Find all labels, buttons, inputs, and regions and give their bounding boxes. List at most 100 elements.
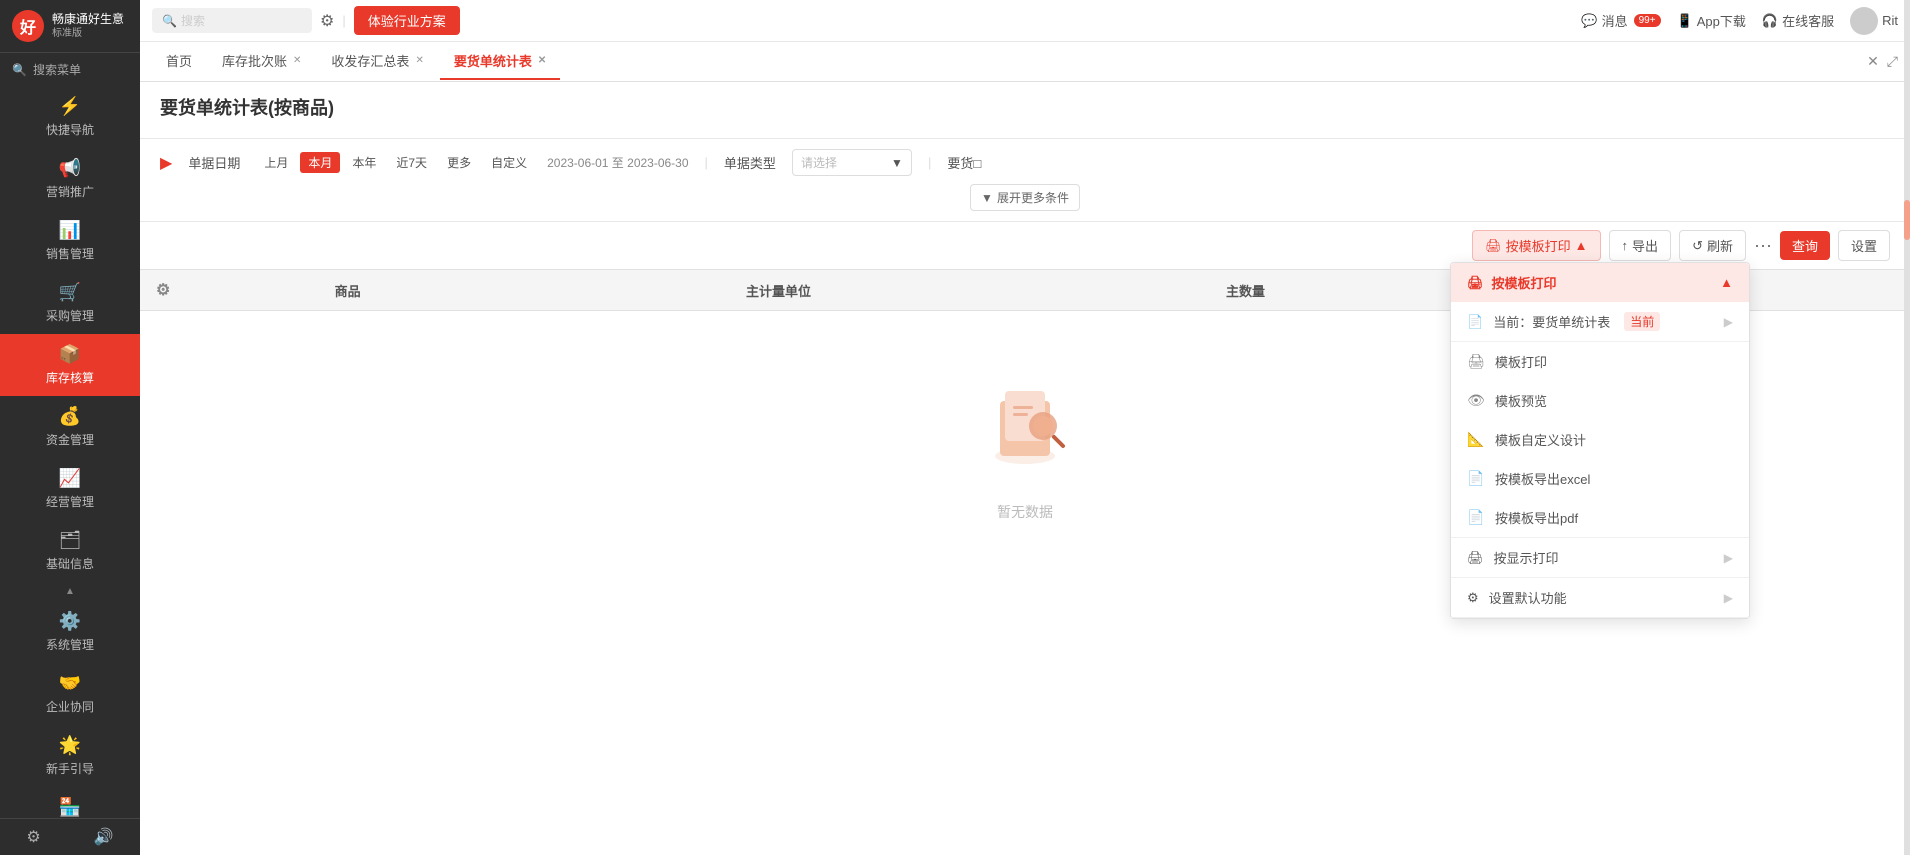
- app-name: 畅康通好生意 标准版: [52, 12, 124, 41]
- tab-batch-account[interactable]: 库存批次账 ✕: [208, 43, 315, 80]
- doc-type-chevron: ▼: [891, 156, 903, 170]
- filter-expand-arrow[interactable]: ▶: [160, 153, 172, 173]
- service-icon: 🎧: [1762, 13, 1778, 29]
- col-unit: 主计量单位: [509, 270, 1048, 311]
- display-print-row[interactable]: 🖨 按显示打印 ▶: [1451, 538, 1749, 577]
- app-download-btn[interactable]: 📱 App下载: [1677, 11, 1746, 30]
- sidebar-audio-icon[interactable]: 🔊: [94, 827, 114, 847]
- print-icon: 🖨: [1485, 238, 1502, 254]
- default-fn-row[interactable]: ⚙ 设置默认功能 ▶: [1451, 578, 1749, 617]
- export-pdf-icon: 📄: [1467, 509, 1485, 526]
- dropdown-item-template-preview[interactable]: 👁 模板预览: [1451, 381, 1749, 420]
- topbar-search[interactable]: 🔍 搜索: [152, 8, 312, 33]
- date-opt-custom[interactable]: 自定义: [483, 152, 535, 173]
- search-icon: 🔍: [12, 63, 27, 77]
- purchase-icon: 🛒: [59, 282, 81, 303]
- trial-btn[interactable]: 体验行业方案: [354, 6, 460, 35]
- filter-bar: ▶ 单据日期 上月 本月 本年 近7天 更多 自定义 2023-06-01 至 …: [140, 139, 1910, 222]
- online-service-btn[interactable]: 🎧 在线客服: [1762, 11, 1834, 30]
- print-template-btn[interactable]: 🖨 按模板打印 ▲: [1472, 230, 1600, 261]
- table-gear-icon[interactable]: ⚙: [156, 282, 170, 299]
- sidebar-bottom: ⚙ 🔊: [0, 818, 140, 855]
- expand-icon: ▼: [981, 191, 993, 205]
- right-scrollbar-thumb[interactable]: [1904, 200, 1910, 240]
- notification-btn[interactable]: 💬 消息 99+: [1581, 11, 1660, 30]
- col-settings: ⚙: [140, 270, 186, 311]
- sidebar-item-purchase[interactable]: 🛒 采购管理: [0, 272, 140, 334]
- sidebar-item-newbie[interactable]: 🌟 新手引导: [0, 725, 140, 787]
- dropdown-item-export-pdf[interactable]: 📄 按模板导出pdf: [1451, 498, 1749, 537]
- tab-receipt-summary-close[interactable]: ✕: [415, 55, 423, 66]
- dropdown-section-display-print: 🖨 按显示打印 ▶: [1451, 538, 1749, 578]
- page-header: 要货单统计表(按商品): [140, 82, 1910, 139]
- topbar-gear-icon[interactable]: ⚙: [320, 11, 334, 31]
- inventory-icon: 📦: [59, 344, 81, 365]
- sidebar-settings-icon[interactable]: ⚙: [26, 827, 40, 847]
- query-btn[interactable]: 查询: [1780, 231, 1830, 260]
- expand-more-btn[interactable]: ▼ 展开更多条件: [970, 184, 1080, 211]
- sidebar-item-sales[interactable]: 📊 销售管理: [0, 210, 140, 272]
- filter-row: ▶ 单据日期 上月 本月 本年 近7天 更多 自定义 2023-06-01 至 …: [160, 149, 1890, 176]
- sidebar-item-quick-nav[interactable]: ⚡ 快捷导航: [0, 86, 140, 148]
- dropdown-item-export-excel[interactable]: 📄 按模板导出excel: [1451, 459, 1749, 498]
- default-fn-chevron: ▶: [1724, 591, 1733, 605]
- sidebar-search[interactable]: 🔍 搜索菜单: [0, 53, 140, 86]
- export-btn[interactable]: ↑ 导出: [1609, 230, 1672, 261]
- tabbar-actions: ✕ ⤢: [1867, 53, 1898, 70]
- filter-divider2: |: [928, 155, 931, 170]
- sidebar-item-system[interactable]: ⚙️ 系统管理: [0, 601, 140, 663]
- tab-expand-icon[interactable]: ⤢: [1887, 53, 1898, 70]
- doc-type-select[interactable]: 请选择 ▼: [792, 149, 912, 176]
- tab-home[interactable]: 首页: [152, 43, 206, 80]
- tab-batch-account-close[interactable]: ✕: [293, 55, 301, 66]
- more-options-btn[interactable]: ···: [1754, 235, 1772, 256]
- sidebar-item-inventory[interactable]: 📦 库存核算: [0, 334, 140, 396]
- tab-order-stats[interactable]: 要货单统计表 ✕: [440, 43, 560, 80]
- newbie-icon: 🌟: [59, 735, 81, 756]
- user-avatar[interactable]: Rit: [1850, 7, 1898, 35]
- date-opt-more[interactable]: 更多: [439, 152, 479, 173]
- date-opt-this-year[interactable]: 本年: [344, 152, 384, 173]
- empty-icon: [975, 371, 1075, 490]
- dropdown-section-default-fn: ⚙ 设置默认功能 ▶: [1451, 578, 1749, 618]
- empty-text: 暂无数据: [997, 502, 1053, 522]
- template-print-icon: 🖨: [1467, 353, 1485, 370]
- yh-label: 要货□: [947, 153, 981, 172]
- current-template-row[interactable]: 📄 当前：要货单统计表 当前 ▶: [1451, 302, 1749, 341]
- sidebar-nav: ⚡ 快捷导航 📢 营销推广 📊 销售管理 🛒 采购管理 📦 库存核算 💰 资金管…: [0, 86, 140, 818]
- tab-receipt-summary[interactable]: 收发存汇总表 ✕: [317, 43, 437, 80]
- topbar-search-icon: 🔍: [162, 14, 177, 28]
- date-opt-last-month[interactable]: 上月: [256, 152, 296, 173]
- sidebar-scroll-up[interactable]: ▲: [0, 582, 140, 601]
- basic-icon: 🗂: [59, 530, 82, 551]
- avatar-image: [1850, 7, 1878, 35]
- app-logo-icon: 好: [12, 10, 44, 42]
- sidebar-item-finance[interactable]: 💰 资金管理: [0, 396, 140, 458]
- date-opt-this-month[interactable]: 本月: [300, 152, 340, 173]
- sidebar-item-marketing[interactable]: 📢 营销推广: [0, 148, 140, 210]
- tab-order-stats-close[interactable]: ✕: [538, 55, 546, 66]
- sidebar-item-enterprise[interactable]: 🤝 企业协同: [0, 663, 140, 725]
- date-opt-7days[interactable]: 近7天: [388, 152, 435, 173]
- date-label: 单据日期: [188, 153, 240, 172]
- dropdown-collapse-icon[interactable]: ▲: [1720, 275, 1733, 290]
- current-template-icon: 📄: [1467, 314, 1483, 330]
- right-scrollbar[interactable]: [1904, 0, 1910, 855]
- tab-close-all-icon[interactable]: ✕: [1867, 53, 1879, 70]
- dropdown-item-template-design[interactable]: 📐 模板自定义设计: [1451, 420, 1749, 459]
- sales-icon: 📊: [59, 220, 81, 241]
- tabbar: 首页 库存批次账 ✕ 收发存汇总表 ✕ 要货单统计表 ✕ ✕ ⤢: [140, 42, 1910, 82]
- quick-nav-icon: ⚡: [59, 96, 81, 117]
- sidebar-item-appstore[interactable]: 🏪 应用中心: [0, 787, 140, 818]
- sidebar-item-basic[interactable]: 🗂 基础信息: [0, 520, 140, 582]
- settings-btn[interactable]: 设置: [1838, 230, 1890, 261]
- finance-icon: 💰: [59, 406, 81, 427]
- dropdown-item-template-print[interactable]: 🖨 模板打印: [1451, 342, 1749, 381]
- doc-type-value: 请选择: [801, 154, 887, 171]
- topbar: 🔍 搜索 ⚙ | 体验行业方案 💬 消息 99+ 📱 App下载 🎧 在线客服 …: [140, 0, 1910, 42]
- print-chevron-up: ▲: [1575, 238, 1588, 253]
- doc-type-label: 单据类型: [724, 153, 776, 172]
- date-range-display: 2023-06-01 至 2023-06-30: [547, 154, 688, 171]
- refresh-btn[interactable]: ↺ 刷新: [1679, 230, 1746, 261]
- sidebar-item-operations[interactable]: 📈 经营管理: [0, 458, 140, 520]
